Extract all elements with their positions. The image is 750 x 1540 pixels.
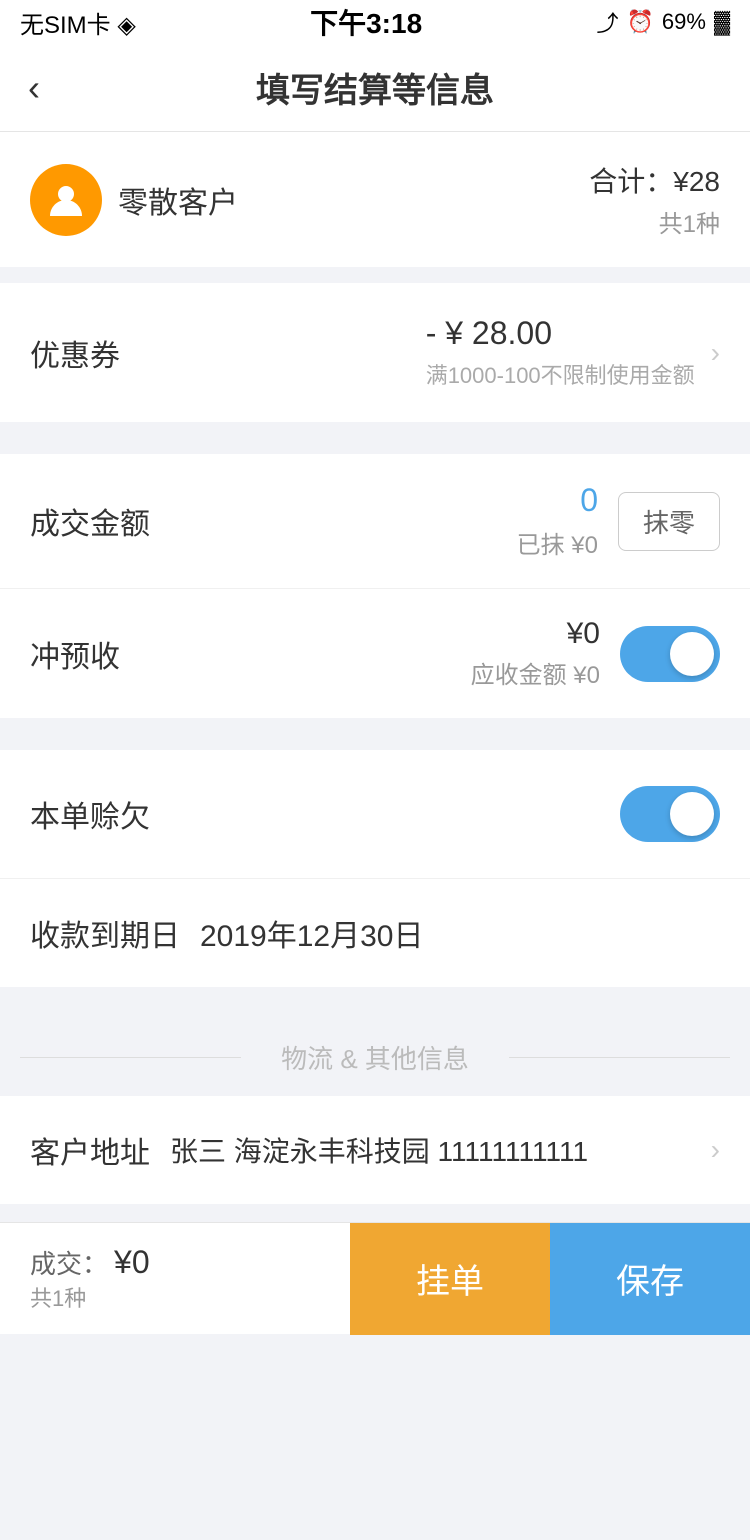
coupon-right: - ¥ 28.00 满1000-100不限制使用金额 ›: [426, 315, 720, 390]
address-label: 客户地址: [30, 1128, 150, 1172]
coupon-desc: 满1000-100不限制使用金额: [426, 358, 695, 390]
arrears-label: 本单赊欠: [30, 792, 150, 836]
sep-line-left: [20, 1057, 241, 1058]
divider-2: [0, 734, 750, 750]
advance-sub: 应收金额 ¥0: [471, 655, 600, 690]
back-button[interactable]: ‹: [28, 67, 40, 109]
status-bar: 无SIM卡 ◈ 下午3:18 ⤴ ⏰ 69% ▓: [0, 0, 750, 44]
transaction-label: 成交金额: [30, 499, 150, 543]
bottom-trans-label: 成交：: [30, 1244, 108, 1281]
advance-row: 冲预收 ¥0 应收金额 ¥0: [0, 588, 750, 718]
advance-toggle[interactable]: [620, 626, 720, 682]
divider-3: [0, 1003, 750, 1019]
logistics-label: 物流 & 其他信息: [281, 1039, 469, 1076]
battery-icon: ▓: [714, 9, 730, 35]
advance-right: ¥0 应收金额 ¥0: [471, 617, 720, 690]
bottom-bar: 成交： ¥0 共1种 挂单 保存: [0, 1222, 750, 1334]
nav-bar: ‹ 填写结算等信息: [0, 44, 750, 132]
due-date-row: 收款到期日 2019年12月30日: [0, 878, 750, 987]
advance-label: 冲预收: [30, 632, 120, 676]
address-section: 客户地址 张三 海淀永丰科技园 11111111111 ›: [0, 1096, 750, 1204]
round-button[interactable]: 抹零: [618, 492, 720, 551]
address-chevron-icon: ›: [711, 1134, 720, 1166]
logistics-separator: 物流 & 其他信息: [0, 1019, 750, 1096]
status-right: ⤴ ⏰ 69% ▓: [596, 6, 730, 38]
address-row[interactable]: 客户地址 张三 海淀永丰科技园 11111111111 ›: [0, 1096, 750, 1204]
status-left: 无SIM卡 ◈: [20, 5, 136, 40]
hang-button[interactable]: 挂单: [350, 1223, 550, 1335]
transaction-row: 成交金额 已抹 ¥0 抹零: [0, 454, 750, 588]
customer-section: 零散客户 合计：¥28 共1种: [0, 132, 750, 267]
bottom-trans-amount: ¥0: [114, 1244, 150, 1281]
total-count: 共1种: [589, 204, 720, 239]
coupon-chevron-icon: ›: [711, 337, 720, 369]
coupon-label: 优惠券: [30, 331, 120, 375]
avatar: [30, 164, 102, 236]
due-date-value: 2019年12月30日: [200, 911, 423, 955]
coupon-section[interactable]: 优惠券 - ¥ 28.00 满1000-100不限制使用金额 ›: [0, 283, 750, 422]
location-icon: ⤴: [596, 6, 618, 38]
customer-name: 零散客户: [118, 178, 238, 222]
sep-line-right: [509, 1057, 730, 1058]
transaction-section: 成交金额 已抹 ¥0 抹零 冲预收 ¥0 应收金额 ¥0: [0, 454, 750, 718]
advance-amount: ¥0: [471, 617, 600, 651]
arrears-row: 本单赊欠: [0, 750, 750, 878]
transaction-input[interactable]: [478, 482, 598, 519]
arrears-section: 本单赊欠 收款到期日 2019年12月30日: [0, 750, 750, 987]
customer-right: 合计：¥28 共1种: [589, 160, 720, 239]
customer-row: 零散客户 合计：¥28 共1种: [0, 132, 750, 267]
sim-status: 无SIM卡 ◈: [20, 5, 136, 40]
coupon-row[interactable]: 优惠券 - ¥ 28.00 满1000-100不限制使用金额 ›: [0, 283, 750, 422]
coupon-amount: - ¥ 28.00: [426, 315, 695, 352]
battery-level: 69%: [662, 9, 706, 35]
bottom-count: 共1种: [30, 1281, 320, 1313]
nav-title: 填写结算等信息: [256, 63, 494, 112]
divider-1: [0, 438, 750, 454]
total-amount: 合计：¥28: [589, 160, 720, 200]
bottom-info: 成交： ¥0 共1种: [0, 1244, 350, 1313]
advance-values: ¥0 应收金额 ¥0: [471, 617, 600, 690]
alarm-icon: ⏰: [626, 9, 653, 35]
transaction-sub: 已抹 ¥0: [478, 525, 598, 560]
save-button[interactable]: 保存: [550, 1223, 750, 1335]
address-value: 张三 海淀永丰科技园 11111111111: [170, 1130, 711, 1170]
status-time: 下午3:18: [310, 2, 422, 42]
customer-left: 零散客户: [30, 164, 238, 236]
due-date-label: 收款到期日: [30, 911, 180, 955]
arrears-toggle[interactable]: [620, 786, 720, 842]
